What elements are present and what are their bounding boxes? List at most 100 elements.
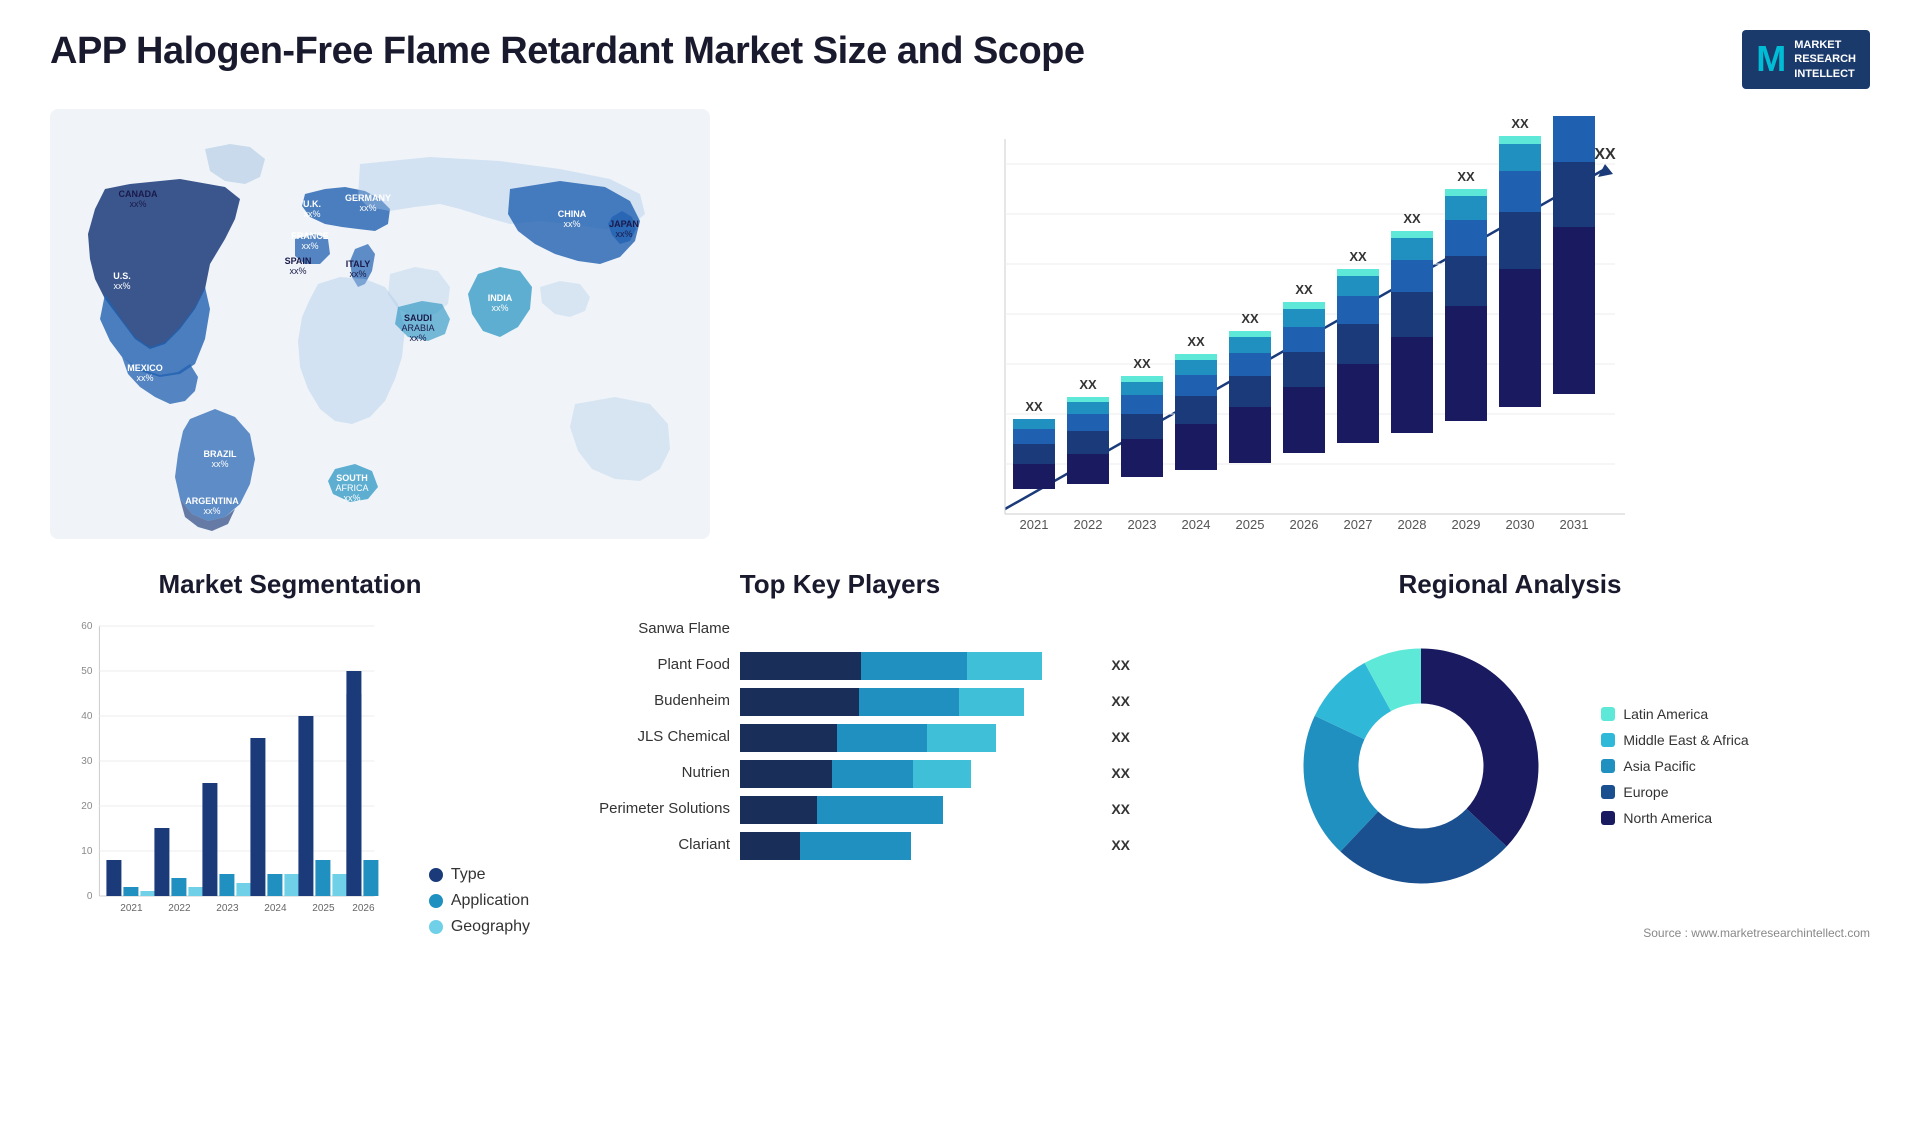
- logo-area: M MARKET RESEARCH INTELLECT: [1742, 30, 1870, 89]
- svg-text:2021: 2021: [1020, 517, 1049, 532]
- bar-chart-area: XX 2021 XX 2022 XX 2023: [740, 109, 1870, 539]
- svg-text:50: 50: [81, 666, 93, 677]
- regional-area: Regional Analysis: [1150, 569, 1870, 940]
- dot-north-america: [1601, 811, 1615, 825]
- svg-text:2027: 2027: [1344, 517, 1373, 532]
- player-name-sanwa: Sanwa Flame: [550, 620, 730, 637]
- svg-text:2021: 2021: [120, 903, 143, 914]
- player-bar-track-sanwa: [740, 616, 1114, 642]
- player-bar-track-clariant: [740, 832, 1095, 858]
- top-section: CANADA xx% U.S. xx% MEXICO xx% BRAZIL xx…: [50, 109, 1870, 539]
- player-name-nutrien: Nutrien: [550, 764, 730, 781]
- player-row-nutrien: Nutrien XX: [550, 760, 1130, 786]
- svg-text:XX: XX: [1295, 282, 1313, 297]
- svg-text:2024: 2024: [1182, 517, 1211, 532]
- player-name-jls: JLS Chemical: [550, 728, 730, 745]
- dot-asia-pacific: [1601, 759, 1615, 773]
- svg-text:10: 10: [81, 846, 93, 857]
- segmentation-chart: 0 10 20 30 40 50 60: [50, 616, 399, 936]
- svg-text:2031: 2031: [1560, 517, 1589, 532]
- dot-europe: [1601, 785, 1615, 799]
- svg-text:ARABIA: ARABIA: [401, 323, 434, 333]
- svg-text:0: 0: [87, 891, 93, 902]
- svg-text:SAUDI: SAUDI: [404, 313, 432, 323]
- legend-europe: Europe: [1601, 784, 1748, 800]
- svg-text:CANADA: CANADA: [119, 189, 158, 199]
- svg-text:ARGENTINA: ARGENTINA: [185, 496, 239, 506]
- svg-text:xx%: xx%: [491, 303, 508, 313]
- player-name-clariant: Clariant: [550, 836, 730, 853]
- svg-text:U.K.: U.K.: [303, 199, 321, 209]
- svg-text:xx%: xx%: [409, 333, 426, 343]
- legend-mea: Middle East & Africa: [1601, 732, 1748, 748]
- player-name-perimeter: Perimeter Solutions: [550, 800, 730, 817]
- player-row-plantfood: Plant Food XX: [550, 652, 1130, 678]
- svg-text:2025: 2025: [1236, 517, 1265, 532]
- player-bar-track-jls: [740, 724, 1095, 750]
- svg-text:2023: 2023: [1128, 517, 1157, 532]
- dot-mea: [1601, 733, 1615, 747]
- donut-container: Latin America Middle East & Africa Asia …: [1150, 616, 1870, 916]
- svg-text:XX: XX: [1241, 311, 1259, 326]
- svg-text:XX: XX: [1511, 116, 1529, 131]
- svg-text:xx%: xx%: [303, 209, 320, 219]
- svg-text:XX: XX: [1079, 377, 1097, 392]
- svg-text:2029: 2029: [1452, 517, 1481, 532]
- player-row-sanwa: Sanwa Flame: [550, 616, 1130, 642]
- svg-text:2023: 2023: [216, 903, 239, 914]
- svg-text:GERMANY: GERMANY: [345, 193, 391, 203]
- svg-text:2022: 2022: [168, 903, 191, 914]
- svg-text:2028: 2028: [1398, 517, 1427, 532]
- header: APP Halogen-Free Flame Retardant Market …: [50, 30, 1870, 89]
- player-row-budenheim: Budenheim XX: [550, 688, 1130, 714]
- legend-application: Application: [429, 892, 530, 910]
- map-area: CANADA xx% U.S. xx% MEXICO xx% BRAZIL xx…: [50, 109, 710, 539]
- page-title: APP Halogen-Free Flame Retardant Market …: [50, 30, 1085, 73]
- svg-text:2022: 2022: [1074, 517, 1103, 532]
- regional-title: Regional Analysis: [1150, 569, 1870, 600]
- svg-text:xx%: xx%: [343, 493, 360, 503]
- svg-text:xx%: xx%: [289, 266, 306, 276]
- svg-text:XX: XX: [1457, 169, 1475, 184]
- svg-text:XX: XX: [1403, 211, 1421, 226]
- svg-text:xx%: xx%: [136, 373, 153, 383]
- source-text: Source : www.marketresearchintellect.com: [1150, 926, 1870, 940]
- legend-dot-application: [429, 894, 443, 908]
- key-players-title: Top Key Players: [550, 569, 1130, 600]
- segmentation-area: Market Segmentation 0 10 20 30: [50, 569, 530, 940]
- logo-letter: M: [1756, 38, 1786, 80]
- player-name-budenheim: Budenheim: [550, 692, 730, 709]
- svg-text:2024: 2024: [264, 903, 287, 914]
- svg-text:xx%: xx%: [349, 269, 366, 279]
- legend-latin-america: Latin America: [1601, 706, 1748, 722]
- legend-geography: Geography: [429, 918, 530, 936]
- svg-text:60: 60: [81, 621, 93, 632]
- segmentation-title: Market Segmentation: [50, 569, 530, 600]
- player-bar-track-perimeter: [740, 796, 1095, 822]
- world-map-svg: CANADA xx% U.S. xx% MEXICO xx% BRAZIL xx…: [50, 109, 710, 539]
- svg-text:XX: XX: [1187, 334, 1205, 349]
- svg-text:BRAZIL: BRAZIL: [204, 449, 237, 459]
- logo-box: M MARKET RESEARCH INTELLECT: [1742, 30, 1870, 89]
- bar-chart-svg: XX 2021 XX 2022 XX 2023: [740, 109, 1870, 539]
- svg-text:CHINA: CHINA: [558, 209, 587, 219]
- segmentation-legend: Type Application Geography: [429, 866, 530, 936]
- svg-text:xx%: xx%: [129, 199, 146, 209]
- legend-asia-pacific: Asia Pacific: [1601, 758, 1748, 774]
- svg-text:2026: 2026: [1290, 517, 1319, 532]
- svg-text:2030: 2030: [1506, 517, 1535, 532]
- player-name-plantfood: Plant Food: [550, 656, 730, 673]
- player-bar-track-nutrien: [740, 760, 1095, 786]
- donut-chart: [1271, 616, 1571, 916]
- svg-text:xx%: xx%: [563, 219, 580, 229]
- svg-text:30: 30: [81, 756, 93, 767]
- svg-text:xx%: xx%: [615, 229, 632, 239]
- bottom-section: Market Segmentation 0 10 20 30: [50, 569, 1870, 940]
- svg-text:xx%: xx%: [301, 241, 318, 251]
- svg-text:SPAIN: SPAIN: [285, 256, 312, 266]
- player-row-clariant: Clariant XX: [550, 832, 1130, 858]
- svg-text:40: 40: [81, 711, 93, 722]
- key-players-area: Top Key Players Sanwa Flame Plant Food: [550, 569, 1130, 940]
- svg-text:AFRICA: AFRICA: [335, 483, 368, 493]
- svg-text:MEXICO: MEXICO: [127, 363, 163, 373]
